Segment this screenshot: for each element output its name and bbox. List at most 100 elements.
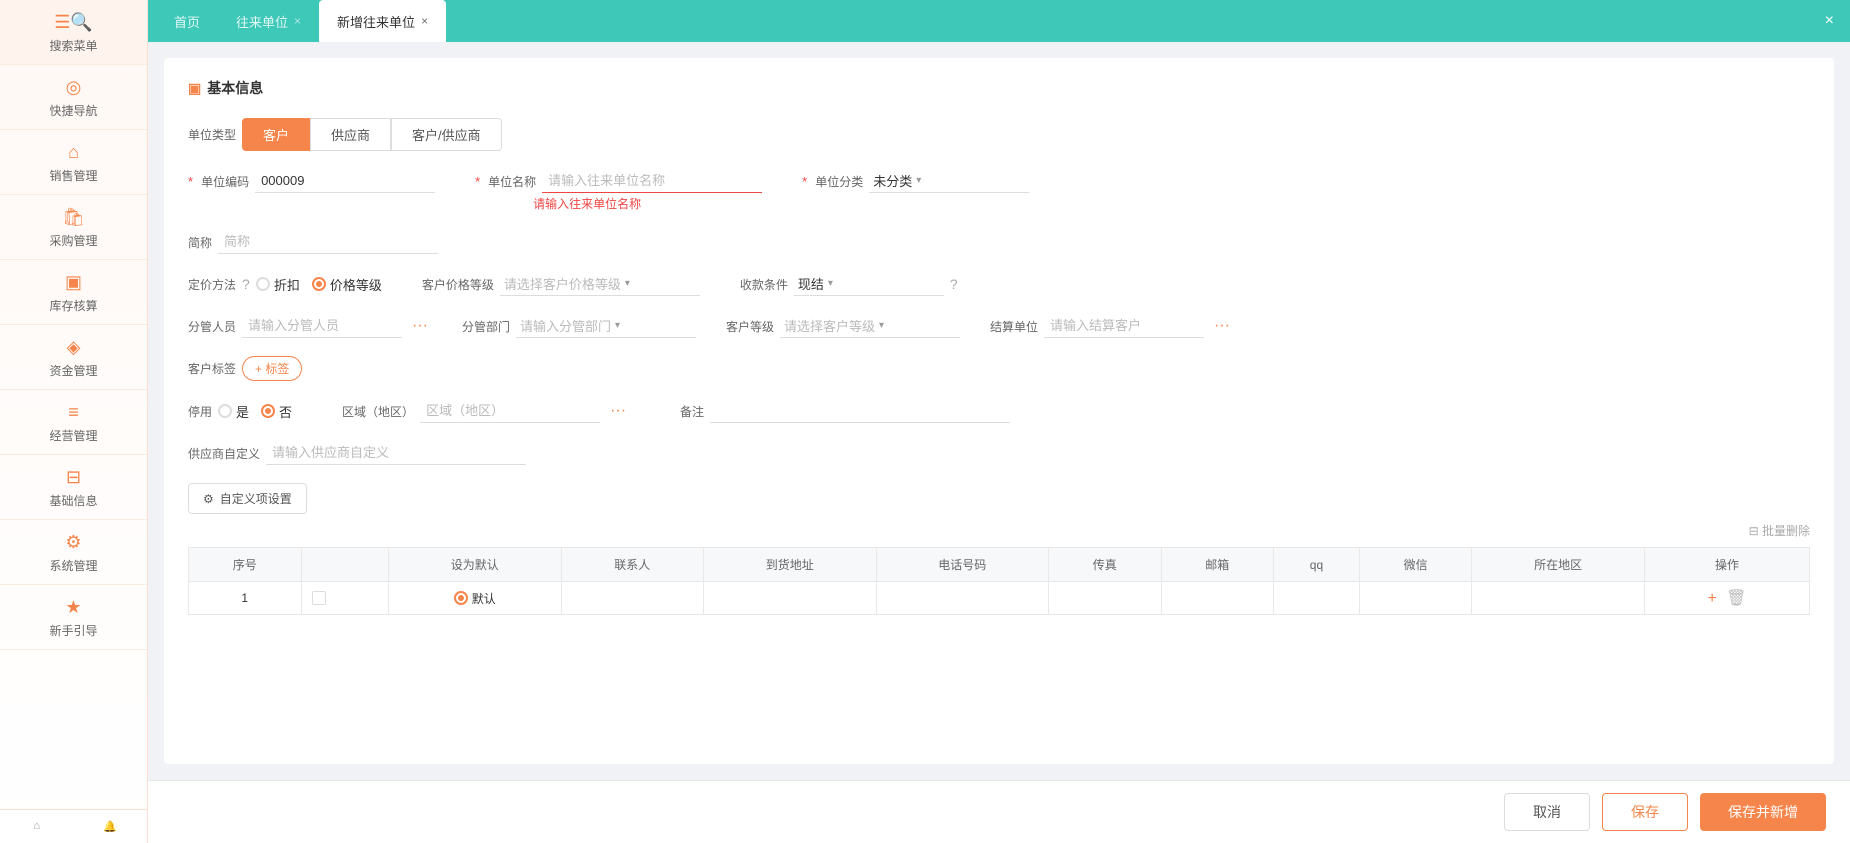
custom-settings-btn[interactable]: ⚙ 自定义项设置 <box>188 483 307 514</box>
tab-new-partner[interactable]: 新增往来单位 × <box>319 0 446 42</box>
pricing-discount-circle <box>256 277 270 291</box>
customer-tag-item: 客户标签 + 标签 <box>188 356 302 381</box>
manager-item: 分管人员 ··· <box>188 314 432 338</box>
pricing-row: 定价方法 ? 折扣 价格等级 客户价格等级 <box>188 272 1810 296</box>
col-address: 到货地址 <box>704 548 877 582</box>
tabs-bar-close-all[interactable]: × <box>1825 12 1834 30</box>
sidebar-item-operations[interactable]: ≡ 经营管理 <box>0 390 147 455</box>
save-button[interactable]: 保存 <box>1602 793 1688 831</box>
unit-name-input[interactable] <box>542 169 762 193</box>
manager-input[interactable] <box>242 314 402 338</box>
payment-terms-select[interactable]: 现结 ▾ <box>794 272 944 296</box>
sidebar-item-basic[interactable]: ⊟ 基础信息 <box>0 455 147 520</box>
sidebar-item-finance[interactable]: ◈ 资金管理 <box>0 325 147 390</box>
tab-new-partner-close[interactable]: × <box>421 14 428 28</box>
sidebar-item-search[interactable]: ☰🔍 搜索菜单 <box>0 0 147 65</box>
cell-wechat <box>1359 582 1472 615</box>
pricing-discount-label: 折扣 <box>274 275 300 294</box>
payment-terms-info-icon[interactable]: ? <box>950 276 958 292</box>
unit-info-row: * 单位编码 * 单位名称 请输入往来单位名称 * 单位分类 <box>188 169 1810 212</box>
unit-type-supplier-btn[interactable]: 供应商 <box>310 118 391 151</box>
col-contact: 联系人 <box>561 548 704 582</box>
tab-partners-close[interactable]: × <box>294 14 301 28</box>
unit-category-item: * 单位分类 未分类 ▾ <box>802 169 1029 193</box>
default-radio[interactable]: 默认 <box>399 590 551 607</box>
settlement-unit-item: 结算单位 ··· <box>990 314 1234 338</box>
remark-input[interactable] <box>710 399 1010 423</box>
sidebar-home-btn[interactable]: ⌂ <box>0 810 74 843</box>
supplier-custom-input[interactable] <box>266 441 526 465</box>
tab-home-label: 首页 <box>174 12 200 31</box>
department-select[interactable]: 请输入分管部门 ▾ <box>516 314 696 338</box>
customer-price-chevron-icon: ▾ <box>625 278 630 289</box>
customer-price-level-item: 客户价格等级 请选择客户价格等级 ▾ <box>422 272 700 296</box>
pricing-level-circle <box>312 277 326 291</box>
department-placeholder: 请输入分管部门 <box>520 316 611 335</box>
cell-fax <box>1049 582 1162 615</box>
disabled-no-radio[interactable]: 否 <box>261 402 292 421</box>
cell-email <box>1161 582 1274 615</box>
supplier-custom-label: 供应商自定义 <box>188 445 260 462</box>
department-item: 分管部门 请输入分管部门 ▾ <box>462 314 696 338</box>
pricing-level-radio[interactable]: 价格等级 <box>312 275 382 294</box>
tab-partners[interactable]: 往来单位 × <box>218 0 319 42</box>
unit-type-customer-btn[interactable]: 客户 <box>242 118 310 151</box>
customer-level-label: 客户等级 <box>726 318 774 335</box>
add-row-btn[interactable]: + <box>1704 590 1719 607</box>
col-actions: 操作 <box>1644 548 1809 582</box>
tab-home[interactable]: 首页 <box>156 0 218 42</box>
customer-level-item: 客户等级 请选择客户等级 ▾ <box>726 314 960 338</box>
default-radio-circle <box>454 591 468 605</box>
pricing-discount-radio[interactable]: 折扣 <box>256 275 300 294</box>
region-input[interactable] <box>420 399 600 423</box>
region-more-btn[interactable]: ··· <box>606 402 630 420</box>
batch-delete-label[interactable]: 批量删除 <box>1762 524 1810 538</box>
row-checkbox[interactable] <box>312 591 326 605</box>
table-row: 1 默认 <box>189 582 1810 615</box>
sidebar-item-system[interactable]: ⚙ 系统管理 <box>0 520 147 585</box>
settlement-unit-more-btn[interactable]: ··· <box>1210 317 1234 335</box>
col-email: 邮箱 <box>1161 548 1274 582</box>
settlement-unit-input[interactable] <box>1044 314 1204 338</box>
unit-name-label: 单位名称 <box>488 173 536 190</box>
quick-nav-icon: ◎ <box>66 77 82 98</box>
tag-row: 客户标签 + 标签 <box>188 356 1810 381</box>
add-tag-btn[interactable]: + 标签 <box>242 356 302 381</box>
pricing-info-icon[interactable]: ? <box>242 276 250 292</box>
unit-type-both-btn[interactable]: 客户/供应商 <box>391 118 502 151</box>
short-name-input[interactable] <box>218 230 438 254</box>
purchase-icon: 🛍 <box>62 207 85 228</box>
delete-row-btn[interactable]: 🗑 <box>1723 590 1749 607</box>
unit-category-value: 未分类 <box>873 171 912 190</box>
cancel-button[interactable]: 取消 <box>1504 793 1590 831</box>
col-checkbox <box>301 548 388 582</box>
custom-settings-row: ⚙ 自定义项设置 <box>188 483 1810 514</box>
sidebar-item-purchase[interactable]: 🛍 采购管理 <box>0 195 147 260</box>
sidebar-item-guide[interactable]: ★ 新手引导 <box>0 585 147 650</box>
disabled-yes-radio[interactable]: 是 <box>218 402 249 421</box>
sidebar-item-sales[interactable]: ⌂ 销售管理 <box>0 130 147 195</box>
customer-price-level-select[interactable]: 请选择客户价格等级 ▾ <box>500 272 700 296</box>
customer-level-select[interactable]: 请选择客户等级 ▾ <box>780 314 960 338</box>
unit-category-select[interactable]: 未分类 ▾ <box>869 169 1029 193</box>
pricing-method-label: 定价方法 <box>188 276 236 293</box>
unit-code-input[interactable] <box>255 169 435 193</box>
pricing-method-item: 定价方法 ? 折扣 价格等级 <box>188 275 382 294</box>
sidebar-notify-btn[interactable]: 🔔 <box>74 810 148 843</box>
cell-seq: 1 <box>189 582 302 615</box>
guide-icon: ★ <box>65 597 81 618</box>
sidebar-item-inventory[interactable]: ▣ 库存核算 <box>0 260 147 325</box>
sidebar-item-label: 销售管理 <box>49 167 97 184</box>
customer-level-chevron-icon: ▾ <box>879 320 884 331</box>
sidebar-item-quick-nav[interactable]: ◎ 快捷导航 <box>0 65 147 130</box>
col-phone: 电话号码 <box>876 548 1049 582</box>
col-wechat: 微信 <box>1359 548 1472 582</box>
save-new-button[interactable]: 保存并新增 <box>1700 793 1826 831</box>
manager-more-btn[interactable]: ··· <box>408 317 432 335</box>
cell-contact <box>561 582 704 615</box>
short-name-item: 简称 <box>188 230 438 254</box>
cell-checkbox[interactable] <box>301 582 388 615</box>
remark-label: 备注 <box>680 403 704 420</box>
sidebar-item-label: 搜索菜单 <box>49 37 97 54</box>
search-icon: ☰🔍 <box>54 12 93 33</box>
